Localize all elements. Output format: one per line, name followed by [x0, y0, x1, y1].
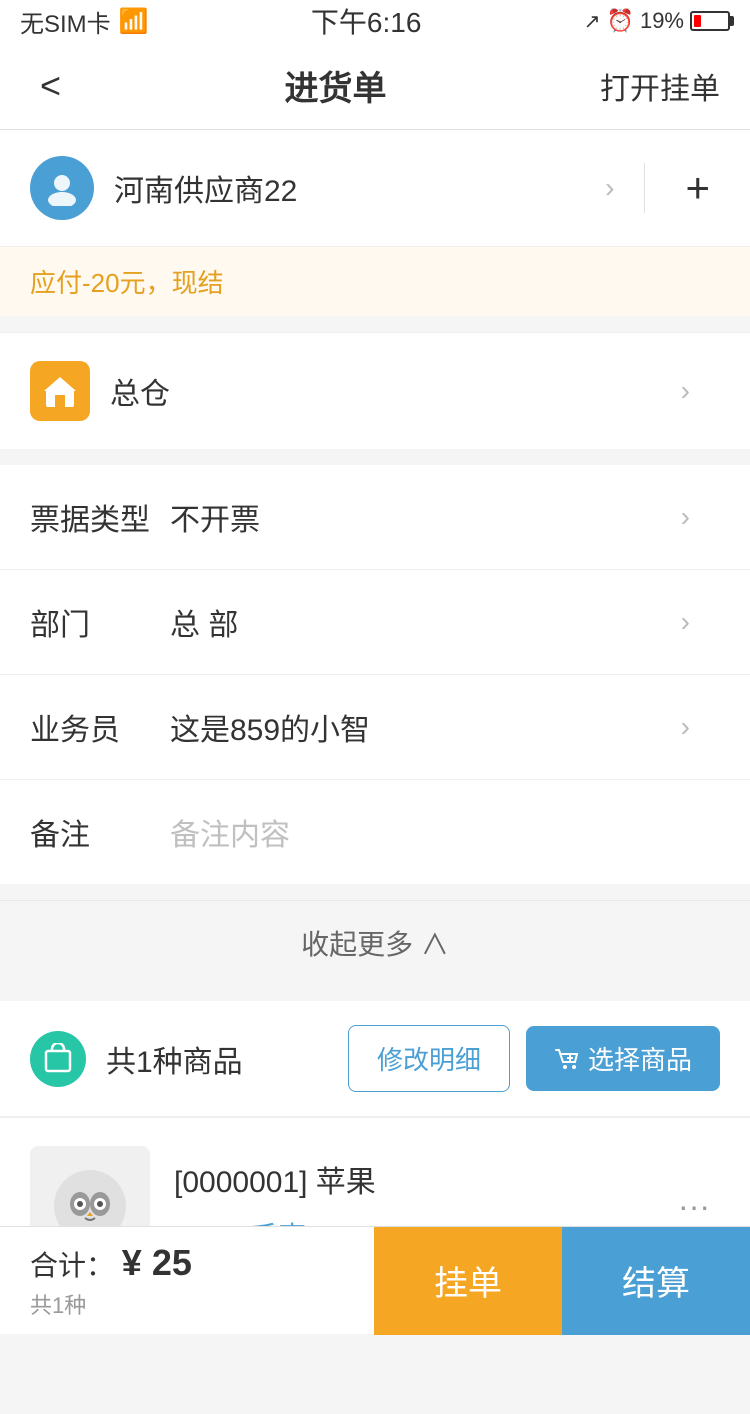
products-header: 共1种商品 修改明细 选择商品 — [0, 1001, 750, 1117]
hang-order-button[interactable]: 挂单 — [374, 1227, 562, 1335]
warehouse-section: 总仓 › — [0, 332, 750, 449]
warehouse-row[interactable]: 总仓 › — [0, 332, 750, 449]
supplier-info-banner: 应付-20元，现结 — [0, 247, 750, 316]
total-amount: ¥ 25 — [122, 1242, 192, 1283]
chevron-right-icon: › — [681, 501, 690, 533]
location-icon: ↗ — [584, 9, 601, 34]
invoice-type-value: 不开票 — [170, 495, 681, 539]
nav-bar: < 进货单 打开挂单 — [0, 42, 750, 130]
wifi-icon: 📶 — [119, 7, 149, 36]
product-count: 共1种商品 — [106, 1037, 348, 1081]
department-label: 部门 — [30, 600, 150, 644]
salesperson-value: 这是859的小智 — [170, 705, 681, 749]
add-supplier-button[interactable]: + — [675, 164, 720, 212]
remark-value: 备注内容 — [170, 810, 720, 854]
remark-label: 备注 — [30, 810, 150, 854]
battery-percent: 19% — [640, 8, 684, 34]
total-row: 合计： ¥ 25 — [30, 1242, 344, 1284]
back-button[interactable]: < — [30, 55, 71, 117]
cart-icon — [554, 1046, 580, 1072]
alarm-icon: ⏰ — [607, 8, 634, 34]
carrier-text: 无SIM卡 — [20, 4, 111, 39]
supplier-avatar — [30, 156, 94, 220]
edit-details-button[interactable]: 修改明细 — [348, 1025, 510, 1092]
supplier-name: 河南供应商22 — [114, 166, 605, 210]
product-title: 苹果 — [316, 1166, 376, 1199]
status-bar: 无SIM卡 📶 下午6:16 ↗ ⏰ 19% — [0, 0, 750, 42]
chevron-right-icon: › — [681, 711, 690, 743]
more-options-button[interactable]: ··· — [668, 1188, 720, 1225]
battery-icon — [690, 11, 730, 31]
supplier-row[interactable]: 河南供应商22 › + — [0, 130, 750, 247]
total-sub-label: 共1种 — [30, 1288, 344, 1320]
select-product-button[interactable]: 选择商品 — [526, 1026, 720, 1091]
chevron-right-icon: › — [605, 172, 614, 204]
collapse-button[interactable]: 收起更多 ∧ — [0, 900, 750, 985]
remark-row[interactable]: 备注 备注内容 — [0, 780, 750, 884]
department-value: 总 部 — [170, 600, 681, 644]
select-product-label: 选择商品 — [588, 1040, 692, 1077]
invoice-type-row[interactable]: 票据类型 不开票 › — [0, 465, 750, 570]
warehouse-name: 总仓 — [110, 369, 681, 413]
chevron-right-icon: › — [681, 375, 690, 407]
supplier-section: 河南供应商22 › + 应付-20元，现结 — [0, 130, 750, 316]
chevron-right-icon: › — [681, 606, 690, 638]
open-pending-button[interactable]: 打开挂单 — [600, 64, 720, 108]
person-icon — [44, 170, 80, 206]
products-icon — [30, 1031, 86, 1087]
product-name: [0000001] 苹果 — [174, 1157, 668, 1201]
settle-button[interactable]: 结算 — [562, 1227, 750, 1335]
page-title: 进货单 — [285, 61, 387, 110]
department-row[interactable]: 部门 总 部 › — [0, 570, 750, 675]
divider — [644, 163, 645, 213]
status-right: ↗ ⏰ 19% — [584, 8, 730, 34]
warehouse-icon — [30, 361, 90, 421]
salesperson-row[interactable]: 业务员 这是859的小智 › — [0, 675, 750, 780]
product-code: [0000001] — [174, 1166, 316, 1199]
salesperson-label: 业务员 — [30, 705, 150, 749]
status-left: 无SIM卡 📶 — [20, 4, 149, 39]
main-content: 河南供应商22 › + 应付-20元，现结 总仓 › 票据类型 不开票 › — [0, 130, 750, 1414]
bottom-bar: 合计： ¥ 25 共1种 挂单 结算 — [0, 1226, 750, 1334]
total-label: 合计： — [30, 1250, 114, 1281]
form-section: 票据类型 不开票 › 部门 总 部 › 业务员 这是859的小智 › 备注 备注… — [0, 465, 750, 884]
invoice-type-label: 票据类型 — [30, 495, 150, 539]
total-section: 合计： ¥ 25 共1种 — [0, 1242, 374, 1320]
status-time: 下午6:16 — [311, 1, 422, 41]
